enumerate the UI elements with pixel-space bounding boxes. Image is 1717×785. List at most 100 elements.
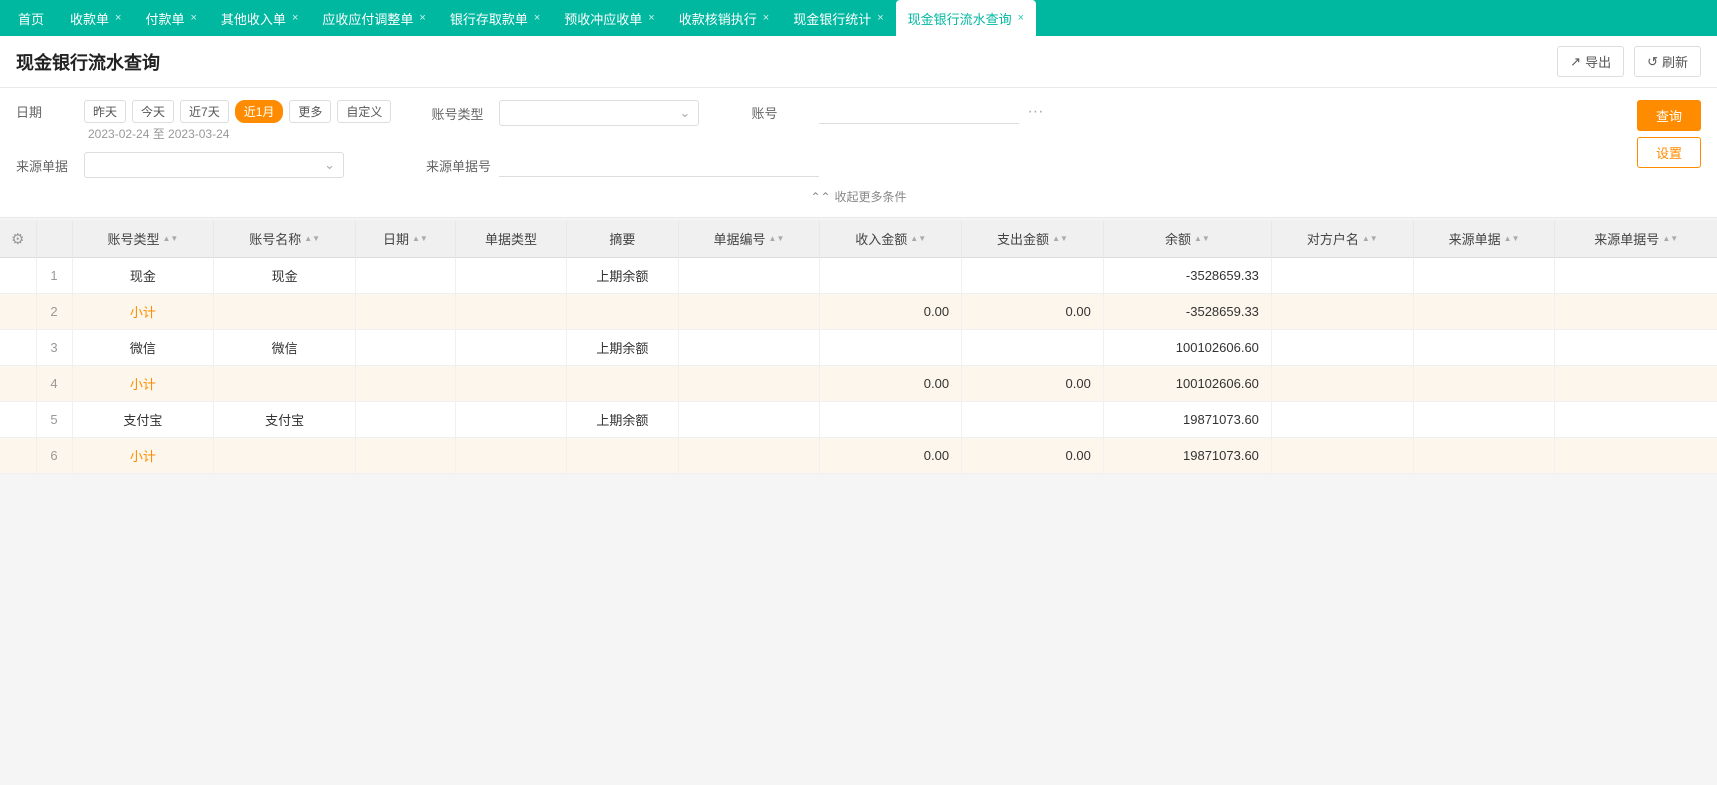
- sort-account-name-icon: ▲▼: [304, 235, 320, 243]
- cell-account-name: 支付宝: [214, 402, 356, 438]
- cell-settings: [0, 294, 36, 330]
- cell-date: [356, 402, 456, 438]
- cell-doc-num: [678, 258, 820, 294]
- col-date[interactable]: 日期 ▲▼: [356, 220, 456, 258]
- cell-settings: [0, 438, 36, 474]
- col-doc-num[interactable]: 单据编号 ▲▼: [678, 220, 820, 258]
- nav-receipt-verify[interactable]: 收款核销执行 ×: [667, 0, 781, 36]
- nav-cash-bank-stat-close[interactable]: ×: [877, 12, 883, 24]
- query-button[interactable]: 查询: [1637, 100, 1701, 131]
- account-ellipsis-icon[interactable]: ···: [1027, 103, 1043, 121]
- date-btn-yesterday[interactable]: 昨天: [84, 100, 126, 123]
- col-source-doc-num[interactable]: 来源单据号 ▲▼: [1555, 220, 1717, 258]
- nav-receipt-verify-label: 收款核销执行: [679, 9, 757, 28]
- col-row-num: [36, 220, 72, 258]
- date-range-text: 2023-02-24 至 2023-03-24: [88, 127, 229, 141]
- date-btn-today[interactable]: 今天: [132, 100, 174, 123]
- nav-other-income-close[interactable]: ×: [292, 12, 298, 24]
- cell-expense: 0.00: [962, 294, 1104, 330]
- cell-balance: -3528659.33: [1103, 294, 1271, 330]
- nav-bank-deposit[interactable]: 银行存取款单 ×: [438, 0, 552, 36]
- table-row[interactable]: 2小计0.000.00-3528659.33: [0, 294, 1717, 330]
- export-button[interactable]: ↗ 导出: [1557, 46, 1624, 77]
- cell-account-name: [214, 438, 356, 474]
- col-counterpart[interactable]: 对方户名 ▲▼: [1271, 220, 1413, 258]
- cell-income: [820, 402, 962, 438]
- cell-expense: 0.00: [962, 366, 1104, 402]
- collapse-bar[interactable]: ⌃⌃ 收起更多条件: [16, 184, 1701, 209]
- sort-account-type-icon: ▲▼: [162, 235, 178, 243]
- nav-cash-bank-stat[interactable]: 现金银行统计 ×: [781, 0, 895, 36]
- col-source-doc[interactable]: 来源单据 ▲▼: [1413, 220, 1555, 258]
- sort-date-icon: ▲▼: [412, 235, 428, 243]
- cell-source-doc-num: [1555, 366, 1717, 402]
- top-navigation: 首页 收款单 × 付款单 × 其他收入单 × 应收应付调整单 × 银行存取款单 …: [0, 0, 1717, 36]
- col-income[interactable]: 收入金额 ▲▼: [820, 220, 962, 258]
- account-type-select[interactable]: ⌄: [499, 100, 699, 126]
- table-row[interactable]: 6小计0.000.0019871073.60: [0, 438, 1717, 474]
- cell-counterpart: [1271, 258, 1413, 294]
- table-row[interactable]: 5支付宝支付宝上期余额19871073.60: [0, 402, 1717, 438]
- nav-bank-deposit-close[interactable]: ×: [534, 12, 540, 24]
- cell-summary: [567, 294, 678, 330]
- col-expense[interactable]: 支出金额 ▲▼: [962, 220, 1104, 258]
- account-input[interactable]: [819, 100, 1019, 124]
- cell-row-num: 3: [36, 330, 72, 366]
- nav-cash-bank-stat-label: 现金银行统计: [793, 9, 871, 28]
- nav-ar-ap-adjust-label: 应收应付调整单: [322, 9, 413, 28]
- nav-other-income[interactable]: 其他收入单 ×: [209, 0, 310, 36]
- nav-home-label: 首页: [18, 9, 44, 28]
- cell-account-type: 小计: [72, 438, 214, 474]
- collapse-up-icon: ⌃⌃: [810, 190, 830, 204]
- page-header: 现金银行流水查询 ↗ 导出 ↺ 刷新: [0, 36, 1717, 88]
- nav-ar-ap-adjust-close[interactable]: ×: [419, 12, 425, 24]
- nav-home[interactable]: 首页: [4, 0, 58, 36]
- table-row[interactable]: 1现金现金上期余额-3528659.33: [0, 258, 1717, 294]
- col-doc-type: 单据类型: [455, 220, 566, 258]
- cell-income: [820, 258, 962, 294]
- cell-account-type: 现金: [72, 258, 214, 294]
- nav-cash-bank-flow-close[interactable]: ×: [1018, 12, 1024, 24]
- nav-prepay-offset-close[interactable]: ×: [648, 12, 654, 24]
- col-account-type[interactable]: 账号类型 ▲▼: [72, 220, 214, 258]
- settings-gear-icon[interactable]: ⚙: [11, 231, 24, 248]
- cell-date: [356, 294, 456, 330]
- nav-receipt[interactable]: 收款单 ×: [58, 0, 133, 36]
- cell-row-num: 5: [36, 402, 72, 438]
- table-row[interactable]: 3微信微信上期余额100102606.60: [0, 330, 1717, 366]
- col-account-name[interactable]: 账号名称 ▲▼: [214, 220, 356, 258]
- nav-prepay-offset[interactable]: 预收冲应收单 ×: [552, 0, 666, 36]
- nav-cash-bank-flow[interactable]: 现金银行流水查询 ×: [896, 0, 1036, 36]
- refresh-button[interactable]: ↺ 刷新: [1634, 46, 1701, 77]
- cell-account-type: 微信: [72, 330, 214, 366]
- date-btn-more[interactable]: 更多: [289, 100, 331, 123]
- cell-doc-num: [678, 294, 820, 330]
- cell-settings: [0, 402, 36, 438]
- source-doc-num-input[interactable]: [499, 153, 819, 177]
- date-btn-1month[interactable]: 近1月: [235, 100, 284, 123]
- cell-doc-num: [678, 330, 820, 366]
- cell-account-name: 微信: [214, 330, 356, 366]
- cell-row-num: 2: [36, 294, 72, 330]
- col-settings[interactable]: ⚙: [0, 220, 36, 258]
- date-btn-7days[interactable]: 近7天: [180, 100, 229, 123]
- nav-payment[interactable]: 付款单 ×: [133, 0, 208, 36]
- nav-payment-close[interactable]: ×: [190, 12, 196, 24]
- table-row[interactable]: 4小计0.000.00100102606.60: [0, 366, 1717, 402]
- cell-expense: [962, 330, 1104, 366]
- col-balance[interactable]: 余额 ▲▼: [1103, 220, 1271, 258]
- cell-balance: 100102606.60: [1103, 330, 1271, 366]
- cell-row-num: 6: [36, 438, 72, 474]
- settings-button[interactable]: 设置: [1637, 137, 1701, 168]
- nav-receipt-verify-close[interactable]: ×: [763, 12, 769, 24]
- source-doc-num-label: 来源单据号: [426, 156, 491, 175]
- nav-ar-ap-adjust[interactable]: 应收应付调整单 ×: [310, 0, 437, 36]
- cell-doc-type: [455, 294, 566, 330]
- cell-settings: [0, 366, 36, 402]
- refresh-label: 刷新: [1662, 52, 1688, 71]
- cell-doc-type: [455, 438, 566, 474]
- nav-receipt-close[interactable]: ×: [115, 12, 121, 24]
- cell-account-name: 现金: [214, 258, 356, 294]
- source-doc-select[interactable]: ⌄: [84, 152, 344, 178]
- date-btn-custom[interactable]: 自定义: [337, 100, 391, 123]
